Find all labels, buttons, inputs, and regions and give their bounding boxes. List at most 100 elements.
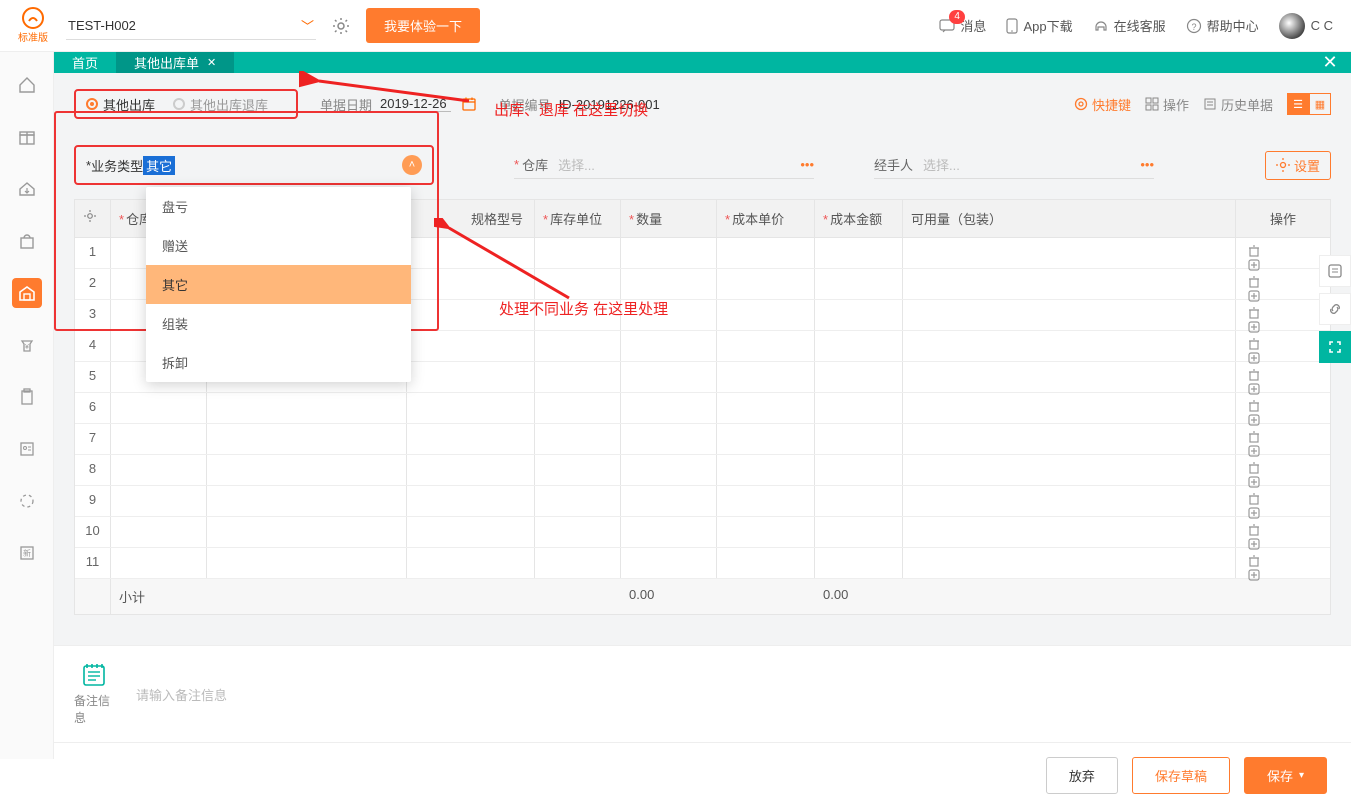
- col-qty: *数量: [621, 200, 717, 237]
- user-menu[interactable]: C C: [1279, 13, 1333, 39]
- nav-gift-icon[interactable]: [12, 122, 42, 152]
- nav-money-icon[interactable]: ¥: [12, 330, 42, 360]
- delete-icon[interactable]: [1244, 492, 1322, 506]
- table-row[interactable]: 7: [75, 424, 1330, 455]
- nav-clipboard-icon[interactable]: [12, 382, 42, 412]
- chevron-down-icon: ▾: [1299, 770, 1304, 781]
- side-link-icon[interactable]: [1319, 293, 1351, 325]
- view-grid-button[interactable]: ▦: [1309, 93, 1331, 115]
- nav-house-arrow-icon[interactable]: [12, 174, 42, 204]
- chevron-down-icon: ﹀: [301, 16, 314, 35]
- dropdown-option[interactable]: 组装: [146, 304, 411, 343]
- table-row[interactable]: 8: [75, 455, 1330, 486]
- row-ops: [1236, 486, 1330, 516]
- dropdown-option-selected[interactable]: 其它: [146, 265, 411, 304]
- online-service-button[interactable]: 在线客服: [1093, 16, 1166, 35]
- table-row[interactable]: 11: [75, 548, 1330, 579]
- handler-select[interactable]: 经手人 选择... •••: [874, 151, 1154, 179]
- avatar: [1279, 13, 1305, 39]
- business-type-dropdown: 盘亏 赠送 其它 组装 拆卸: [146, 187, 411, 382]
- row-ops: [1236, 300, 1330, 330]
- side-expand-icon[interactable]: [1319, 331, 1351, 363]
- row-index: 5: [75, 362, 111, 392]
- bill-date-value: 2019-12-26: [376, 96, 451, 112]
- shortcut-button[interactable]: 快捷键: [1074, 95, 1131, 114]
- settings-icon[interactable]: [332, 17, 350, 35]
- remarks-section: 备注信息 请输入备注信息: [54, 645, 1351, 742]
- row-ops: [1236, 393, 1330, 423]
- footer-amount: 0.00: [815, 579, 903, 614]
- close-all-tabs-button[interactable]: ✕: [1309, 52, 1351, 73]
- svg-text:新: 新: [23, 548, 31, 558]
- dropdown-option[interactable]: 赠送: [146, 226, 411, 265]
- close-icon[interactable]: ✕: [207, 56, 216, 69]
- row-ops: [1236, 548, 1330, 578]
- messages-button[interactable]: 消息 4: [939, 16, 986, 35]
- footer-actions: 放弃 保存草稿 保存 ▾: [54, 742, 1351, 808]
- delete-icon[interactable]: [1244, 461, 1322, 475]
- tab-home[interactable]: 首页: [54, 52, 116, 73]
- form-page: 其他出库 其他出库退库 单据日期 2019-12-26 单据编号: [54, 73, 1351, 627]
- nav-bag-icon[interactable]: [12, 226, 42, 256]
- help-center-label: 帮助中心: [1207, 16, 1259, 35]
- delete-icon[interactable]: [1244, 554, 1322, 568]
- operate-button[interactable]: 操作: [1145, 95, 1189, 114]
- table-row[interactable]: 9: [75, 486, 1330, 517]
- messages-badge: 4: [949, 10, 965, 24]
- annotation-switch-hint: 出库、退库 在这里切换: [494, 99, 648, 120]
- more-icon[interactable]: •••: [1140, 157, 1154, 172]
- save-button[interactable]: 保存 ▾: [1244, 757, 1327, 794]
- help-center-button[interactable]: ? 帮助中心: [1186, 16, 1259, 35]
- nav-home-icon[interactable]: [12, 70, 42, 100]
- delete-icon[interactable]: [1244, 337, 1322, 351]
- delete-icon[interactable]: [1244, 368, 1322, 382]
- logo-icon: [22, 7, 44, 29]
- nav-loading-icon[interactable]: [12, 486, 42, 516]
- table-row[interactable]: 10: [75, 517, 1330, 548]
- more-icon[interactable]: •••: [800, 157, 814, 172]
- footer-qty: 0.00: [621, 579, 717, 614]
- trial-button[interactable]: 我要体验一下: [366, 8, 480, 43]
- annotation-biz-hint: 处理不同业务 在这里处理: [499, 298, 668, 319]
- logo: 标准版: [18, 7, 48, 44]
- remarks-icon: 备注信息: [74, 662, 114, 726]
- row-ops: [1236, 362, 1330, 392]
- account-value: TEST-H002: [68, 18, 136, 33]
- discard-button[interactable]: 放弃: [1046, 757, 1118, 794]
- delete-icon[interactable]: [1244, 430, 1322, 444]
- col-available: 可用量（包装）: [903, 200, 1236, 237]
- tab-other-outbound[interactable]: 其他出库单 ✕: [116, 52, 234, 73]
- radio-dot-icon: [173, 98, 185, 110]
- edition-label: 标准版: [18, 29, 48, 44]
- save-draft-button[interactable]: 保存草稿: [1132, 757, 1230, 794]
- nav-new-icon[interactable]: 新: [12, 538, 42, 568]
- radio-dot-icon: [86, 98, 98, 110]
- svg-text:¥: ¥: [25, 344, 29, 351]
- row-index: 8: [75, 455, 111, 485]
- nav-contact-icon[interactable]: [12, 434, 42, 464]
- warehouse-select[interactable]: * 仓库 选择... •••: [514, 151, 814, 179]
- dropdown-option[interactable]: 盘亏: [146, 187, 411, 226]
- delete-icon[interactable]: [1244, 244, 1322, 258]
- calendar-icon[interactable]: [461, 96, 477, 112]
- history-button[interactable]: 历史单据: [1203, 95, 1273, 114]
- user-name: C C: [1311, 18, 1333, 33]
- col-stock-unit: *库存单位: [535, 200, 621, 237]
- view-list-button[interactable]: ☰: [1287, 93, 1309, 115]
- delete-icon[interactable]: [1244, 523, 1322, 537]
- side-note-icon[interactable]: [1319, 255, 1351, 287]
- side-tools: [1319, 255, 1351, 369]
- dropdown-option[interactable]: 拆卸: [146, 343, 411, 382]
- nav-warehouse-icon[interactable]: [12, 278, 42, 308]
- table-row[interactable]: 6: [75, 393, 1330, 424]
- delete-icon[interactable]: [1244, 275, 1322, 289]
- account-select[interactable]: TEST-H002 ﹀: [66, 12, 316, 40]
- footer-label: 小计: [111, 579, 207, 614]
- remarks-input[interactable]: 请输入备注信息: [136, 685, 227, 704]
- app-download-button[interactable]: App下载: [1006, 16, 1072, 35]
- col-ops: 操作: [1236, 200, 1330, 237]
- delete-icon[interactable]: [1244, 399, 1322, 413]
- delete-icon[interactable]: [1244, 306, 1322, 320]
- top-right-tools: 快捷键 操作 历史单据 ☰ ▦: [1060, 93, 1331, 115]
- settings-button[interactable]: 设置: [1265, 151, 1331, 180]
